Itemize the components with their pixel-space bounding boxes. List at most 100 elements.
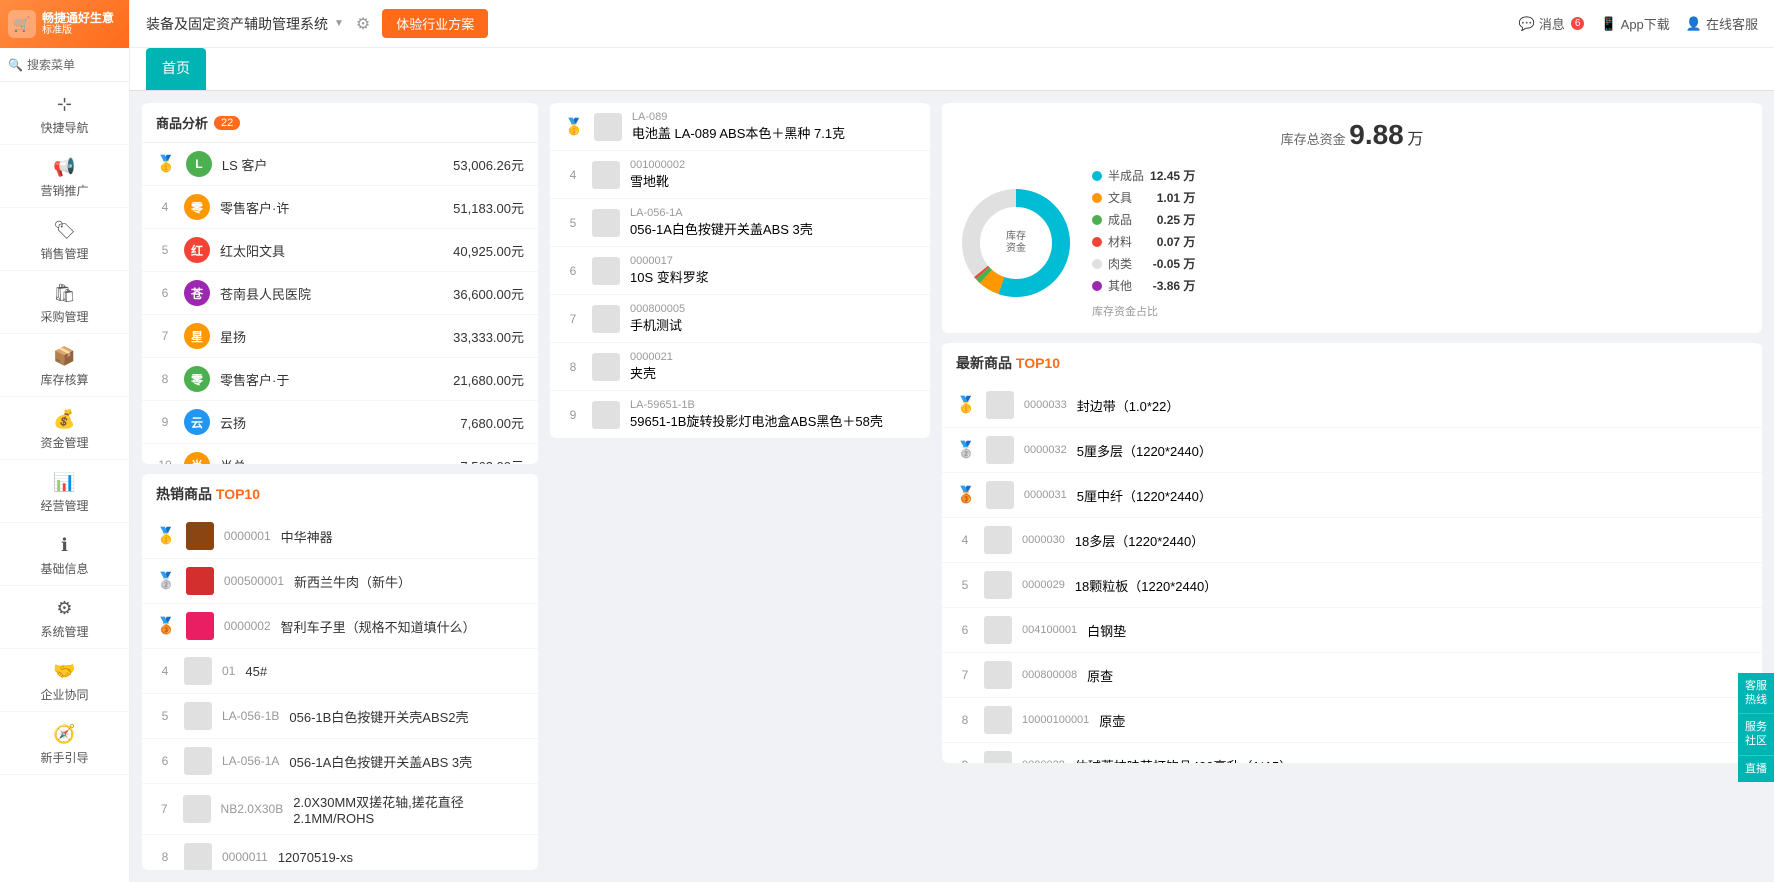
rank-icon-m1: 🥇 <box>564 117 584 137</box>
hot-item-m[interactable]: 6 0000017 10S 变料罗浆 <box>550 247 930 295</box>
latest-code-2: 0000032 <box>1024 444 1067 456</box>
product-img-7 <box>183 795 211 823</box>
sidebar-item-quick-nav[interactable]: ⊹ 快捷导航 <box>0 82 129 145</box>
hot-item[interactable]: 🥉 0000002 智利车子里（规格不知道填什么） <box>142 604 538 649</box>
hot-item[interactable]: 5 LA-056-1B 056-1B白色按键开关壳ABS2壳 <box>142 694 538 739</box>
customer-avatar-7: 云 <box>184 409 210 435</box>
hot-item[interactable]: 6 LA-056-1A 056-1A白色按键开关盖ABS 3壳 <box>142 739 538 784</box>
legend-val-other: -3.86 万 <box>1153 277 1196 294</box>
latest-name-8: 原壶 <box>1099 711 1125 730</box>
hot-item-m[interactable]: 8 0000021 夹壳 <box>550 343 930 391</box>
float-btn-service[interactable]: 客服热线 <box>1738 673 1774 715</box>
latest-item[interactable]: 6 004100001 白钢垫 <box>942 608 1762 653</box>
sidebar-item-marketing[interactable]: 📢 营销推广 <box>0 145 129 208</box>
latest-img-6 <box>984 616 1012 644</box>
latest-item[interactable]: 7 000800008 原查 <box>942 653 1762 698</box>
sidebar-item-operation[interactable]: 📊 经营管理 <box>0 460 129 523</box>
dropdown-arrow-icon[interactable]: ▼ <box>334 18 344 29</box>
tab-home[interactable]: 首页 <box>146 48 206 90</box>
product-code-m7: LA-59651-1B <box>630 399 916 411</box>
hot-item[interactable]: 8 0000011 12070519-xs <box>142 835 538 870</box>
latest-item[interactable]: 🥈 0000032 5厘多层（1220*2440） <box>942 428 1762 473</box>
app-download-button[interactable]: 📱 App下载 <box>1600 14 1669 33</box>
guide-icon: 🧭 <box>53 724 75 745</box>
legend-val-semifinished: 12.45 万 <box>1150 167 1195 184</box>
sidebar-item-basic-info[interactable]: ℹ 基础信息 <box>0 523 129 586</box>
hot-item-m[interactable]: 5 LA-056-1A 056-1A白色按键开关盖ABS 3壳 <box>550 199 930 247</box>
sidebar-item-sales[interactable]: 🏷 销售管理 <box>0 208 129 271</box>
customer-rank-header: 商品分析 22 <box>142 103 538 143</box>
rank-num-m5: 5 <box>564 216 582 230</box>
product-name-4: 45# <box>245 664 267 679</box>
hot-item[interactable]: 4 01 45# <box>142 649 538 694</box>
rank-num-m9: 9 <box>564 408 582 422</box>
main-area: 装备及固定资产辅助管理系统 ▼ ⚙ 体验行业方案 💬 消息 6 📱 App下载 … <box>130 0 1774 882</box>
legend-dot-material <box>1092 237 1102 247</box>
customer-amount-5: 33,333.00元 <box>453 327 524 346</box>
customer-item[interactable]: 🥇 L LS 客户 53,006.26元 <box>142 143 538 186</box>
message-button[interactable]: 💬 消息 6 <box>1519 14 1585 33</box>
sidebar-item-system[interactable]: ⚙ 系统管理 <box>0 586 129 649</box>
sidebar-item-finance[interactable]: 💰 资金管理 <box>0 397 129 460</box>
legend-item-semifinished: 半成品 12.45 万 <box>1092 167 1195 184</box>
customer-item[interactable]: 9 云 云扬 7,680.00元 <box>142 401 538 444</box>
trial-button[interactable]: 体验行业方案 <box>382 9 488 38</box>
customer-avatar-6: 零 <box>184 366 210 392</box>
customer-item[interactable]: 10 肖 肖总 7,563.00元 <box>142 444 538 464</box>
customer-list: 🥇 L LS 客户 53,006.26元 4 零 零售客户·许 51,183.0… <box>142 143 538 464</box>
quick-nav-icon: ⊹ <box>57 94 72 115</box>
hot-products-list-left: 🥇 0000001 中华神器 🥈 000500001 新西兰牛肉（新牛） 🥉 <box>142 514 538 870</box>
settings-icon[interactable]: ⚙ <box>356 14 370 34</box>
sidebar-item-purchase[interactable]: 🛍 采购管理 <box>0 271 129 334</box>
sidebar-item-inventory[interactable]: 📦 库存核算 <box>0 334 129 397</box>
latest-item[interactable]: 🥉 0000031 5厘中纤（1220*2440） <box>942 473 1762 518</box>
legend-dot-semifinished <box>1092 171 1102 181</box>
hot-item-m[interactable]: 4 001000002 雪地靴 <box>550 151 930 199</box>
latest-rank-1: 🥇 <box>956 395 976 415</box>
latest-img-7 <box>984 661 1012 689</box>
hot-item-m[interactable]: 7 000800005 手机测试 <box>550 295 930 343</box>
latest-item[interactable]: 🥇 0000033 封边带（1.0*22） <box>942 383 1762 428</box>
latest-item[interactable]: 5 0000029 18颗粒板（1220*2440） <box>942 563 1762 608</box>
customer-item[interactable]: 5 红 红太阳文具 40,925.00元 <box>142 229 538 272</box>
inventory-legend: 半成品 12.45 万 文具 1.01 万 成品 0.25 万 <box>1092 167 1195 319</box>
legend-val-material: 0.07 万 <box>1157 233 1196 250</box>
legend-dot-stationery <box>1092 193 1102 203</box>
content-area: 商品分析 22 🥇 L LS 客户 53,006.26元 4 零 <box>130 91 1774 882</box>
hot-item-m[interactable]: 🥇 LA-089 电池盖 LA-089 ABS本色＋黑种 7.1克 <box>550 103 930 151</box>
latest-item[interactable]: 8 10000100001 原壶 <box>942 698 1762 743</box>
float-btn-live[interactable]: 直播 <box>1738 756 1774 782</box>
latest-name-3: 5厘中纤（1220*2440） <box>1077 486 1212 505</box>
legend-item-material: 材料 0.07 万 <box>1092 233 1195 250</box>
online-service-button[interactable]: 👤 在线客服 <box>1686 14 1758 33</box>
product-code-2: 000500001 <box>224 574 284 588</box>
hot-item[interactable]: 7 NB2.0X30B 2.0X30MM双搓花轴,搓花直径2.1MM/ROHS <box>142 784 538 835</box>
latest-code-8: 10000100001 <box>1022 714 1089 726</box>
hot-item-m[interactable]: 9 LA-59651-1B 59651-1B旋转投影灯电池盒ABS黑色＋58壳 <box>550 391 930 438</box>
legend-label-stationery: 文具 <box>1108 189 1151 206</box>
customer-item[interactable]: 8 零 零售客户·于 21,680.00元 <box>142 358 538 401</box>
product-img-5 <box>184 702 212 730</box>
latest-item[interactable]: 4 0000030 18多层（1220*2440） <box>942 518 1762 563</box>
product-img-m4 <box>592 257 620 285</box>
product-code-7: NB2.0X30B <box>221 802 284 816</box>
latest-img-1 <box>986 391 1014 419</box>
sidebar-item-cooperation[interactable]: 🤝 企业协同 <box>0 649 129 712</box>
latest-rank-3: 🥉 <box>956 485 976 505</box>
rank-icon-2: 🥈 <box>156 571 176 591</box>
product-name-1: 中华神器 <box>281 527 333 546</box>
latest-item[interactable]: 9 0000028 体碱荔枝味苏打饮品400毫升（1*15） <box>942 743 1762 763</box>
float-btn-community[interactable]: 服务社区 <box>1738 714 1774 756</box>
hot-item[interactable]: 🥈 000500001 新西兰牛肉（新牛） <box>142 559 538 604</box>
logo-name: 畅捷通好生意 <box>42 11 114 25</box>
right-column: 库存总资金 9.88 万 <box>930 91 1774 882</box>
sidebar-item-guide[interactable]: 🧭 新手引导 <box>0 712 129 775</box>
finance-icon: 💰 <box>53 409 75 430</box>
customer-item[interactable]: 7 星 星扬 33,333.00元 <box>142 315 538 358</box>
hot-item[interactable]: 🥇 0000001 中华神器 <box>142 514 538 559</box>
customer-item[interactable]: 6 苍 苍南县人民医院 36,600.00元 <box>142 272 538 315</box>
latest-code-6: 004100001 <box>1022 624 1077 636</box>
legend-dot-other <box>1092 281 1102 291</box>
customer-item[interactable]: 4 零 零售客户·许 51,183.00元 <box>142 186 538 229</box>
sidebar-search[interactable]: 🔍 搜索菜单 <box>0 48 129 82</box>
